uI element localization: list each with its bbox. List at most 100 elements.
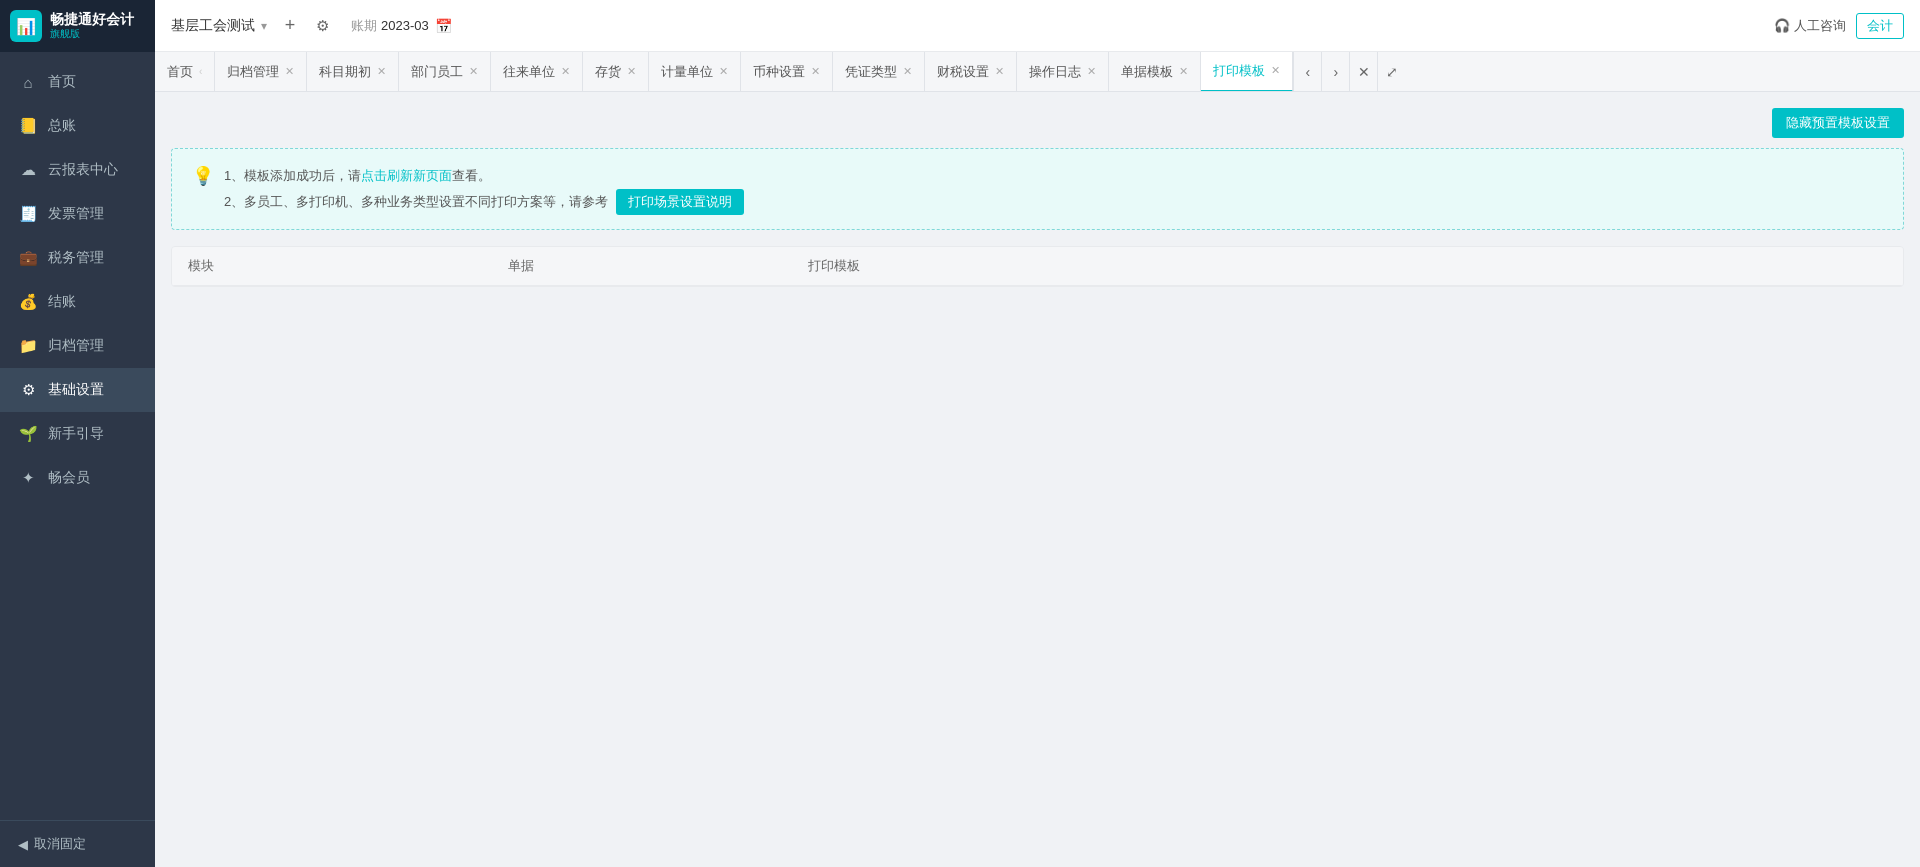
- tab-close-stock[interactable]: ✕: [627, 65, 636, 78]
- tab-label-archive: 归档管理: [227, 63, 279, 81]
- tab-stock[interactable]: 存货 ✕: [583, 52, 649, 92]
- tab-label-dept: 部门员工: [411, 63, 463, 81]
- calendar-icon[interactable]: 📅: [435, 18, 452, 34]
- tab-home[interactable]: 首页‹: [155, 52, 215, 92]
- company-selector[interactable]: 基层工会测试 ▾: [171, 17, 267, 35]
- add-tab-button[interactable]: +: [277, 13, 303, 39]
- content-area: 隐藏预置模板设置 💡 1、模板添加成功后，请点击刷新新页面查看。 2、多员工、多…: [155, 92, 1920, 867]
- company-name: 基层工会测试: [171, 17, 255, 35]
- tab-label-unit: 计量单位: [661, 63, 713, 81]
- sidebar-item-reports[interactable]: ☁ 云报表中心: [0, 148, 155, 192]
- info-line1-suffix: 查看。: [452, 168, 491, 183]
- main-area: 基层工会测试 ▾ + ⚙ 账期 2023-03 📅 🎧 人工咨询 会计 首页‹归…: [155, 0, 1920, 867]
- tab-taxset[interactable]: 财税设置 ✕: [925, 52, 1017, 92]
- tab-oplog[interactable]: 操作日志 ✕: [1017, 52, 1109, 92]
- print-template-table: 模块 单据 打印模板: [171, 246, 1904, 287]
- tab-currency[interactable]: 币种设置✕: [741, 52, 833, 92]
- settle-icon: 💰: [18, 292, 38, 312]
- tab-single[interactable]: 单据模板 ✕: [1109, 52, 1201, 92]
- info-line1-prefix: 1、模板添加成功后，请: [224, 168, 361, 183]
- sidebar-item-guide[interactable]: 🌱 新手引导: [0, 412, 155, 456]
- guide-icon: 🌱: [18, 424, 38, 444]
- invoice-icon: 🧾: [18, 204, 38, 224]
- tab-label-subjects: 科目期初: [319, 63, 371, 81]
- table-header: 模块 单据 打印模板: [172, 247, 1903, 286]
- refresh-link[interactable]: 点击刷新新页面: [361, 168, 452, 183]
- sidebar-label-ledger: 总账: [48, 117, 76, 135]
- expand-icon: ⤢: [1386, 64, 1398, 80]
- tab-close-currency[interactable]: ✕: [811, 65, 820, 78]
- settings-gear-icon[interactable]: ⚙: [309, 13, 335, 39]
- tab-close-unit[interactable]: ✕: [719, 65, 728, 78]
- tab-close-suppliers[interactable]: ✕: [561, 65, 570, 78]
- tabbar: 首页‹归档管理✕科目期初✕部门员工✕往来单位✕存货✕计量单位✕币种设置✕凭证类型…: [155, 52, 1920, 92]
- info-line2: 2、多员工、多打印机、多种业务类型设置不同打印方案等，请参考 打印场景设置说明: [224, 189, 744, 215]
- tab-print[interactable]: 打印模板 ✕: [1201, 52, 1293, 92]
- home-icon: ⌂: [18, 72, 38, 92]
- tab-label-stock: 存货: [595, 63, 621, 81]
- period-label: 账期: [351, 17, 377, 35]
- tab-close-single[interactable]: ✕: [1179, 65, 1188, 78]
- sidebar-item-settings[interactable]: ⚙基础设置: [0, 368, 155, 412]
- sidebar: 📊 畅捷通好会计 旗舰版 ⌂ 首页 📒总账 ☁ 云报表中心 🧾发票管理 💼 税务管理 💰 结账 📁 归…: [0, 0, 155, 867]
- sidebar-item-member[interactable]: ✦畅会员: [0, 456, 155, 500]
- sidebar-label-settle: 结账: [48, 293, 76, 311]
- tab-label-taxset: 财税设置: [937, 63, 989, 81]
- tab-close-voucher[interactable]: ✕: [903, 65, 912, 78]
- settings-icon: ⚙: [18, 380, 38, 400]
- sidebar-label-reports: 云报表中心: [48, 161, 118, 179]
- sidebar-item-home[interactable]: ⌂ 首页: [0, 60, 155, 104]
- sidebar-item-settle[interactable]: 💰 结账: [0, 280, 155, 324]
- tab-suppliers[interactable]: 往来单位 ✕: [491, 52, 583, 92]
- topbar-right: 🎧 人工咨询 会计: [1774, 13, 1904, 39]
- tab-unit[interactable]: 计量单位 ✕: [649, 52, 741, 92]
- sidebar-label-tax: 税务管理: [48, 249, 104, 267]
- hide-template-btn-container: 隐藏预置模板设置: [171, 108, 1904, 138]
- sidebar-label-archive: 归档管理: [48, 337, 104, 355]
- lightbulb-icon: 💡: [192, 165, 214, 187]
- sidebar-item-invoice[interactable]: 🧾发票管理: [0, 192, 155, 236]
- tab-label-suppliers: 往来单位: [503, 63, 555, 81]
- chevron-left-icon: ‹: [1306, 64, 1311, 80]
- app-logo: 📊 畅捷通好会计 旗舰版: [0, 0, 155, 52]
- tab-label-single: 单据模板: [1121, 63, 1173, 81]
- reports-icon: ☁: [18, 160, 38, 180]
- tab-close-subjects[interactable]: ✕: [377, 65, 386, 78]
- member-icon: ✦: [18, 468, 38, 488]
- hide-template-button[interactable]: 隐藏预置模板设置: [1772, 108, 1904, 138]
- tab-dept[interactable]: 部门员工 ✕: [399, 52, 491, 92]
- tax-icon: 💼: [18, 248, 38, 268]
- scene-btn[interactable]: 打印场景设置说明: [616, 189, 744, 215]
- tab-close-archive[interactable]: ✕: [285, 65, 294, 78]
- kuaiji-button[interactable]: 会计: [1856, 13, 1904, 39]
- col-single: 单据: [492, 257, 792, 275]
- col-print-template: 打印模板: [792, 257, 1903, 275]
- sidebar-label-guide: 新手引导: [48, 425, 104, 443]
- tab-label-print: 打印模板: [1213, 62, 1265, 80]
- support-label: 人工咨询: [1794, 17, 1846, 35]
- tab-archive[interactable]: 归档管理 ✕: [215, 52, 307, 92]
- tab-close-oplog[interactable]: ✕: [1087, 65, 1096, 78]
- tab-close-all-button[interactable]: ✕: [1349, 52, 1377, 92]
- sidebar-label-home: 首页: [48, 73, 76, 91]
- archive-icon: 📁: [18, 336, 38, 356]
- tab-close-print[interactable]: ✕: [1271, 64, 1280, 77]
- headset-icon: 🎧: [1774, 18, 1790, 33]
- support-button[interactable]: 🎧 人工咨询: [1774, 17, 1846, 35]
- tab-close-taxset[interactable]: ✕: [995, 65, 1004, 78]
- tab-prev-button[interactable]: ‹: [1293, 52, 1321, 92]
- sidebar-item-ledger[interactable]: 📒总账: [0, 104, 155, 148]
- tab-next-button[interactable]: ›: [1321, 52, 1349, 92]
- tab-label-oplog: 操作日志: [1029, 63, 1081, 81]
- logo-icon: 📊: [10, 10, 42, 42]
- tab-close-dept[interactable]: ✕: [469, 65, 478, 78]
- tab-subjects[interactable]: 科目期初 ✕: [307, 52, 399, 92]
- sidebar-item-archive[interactable]: 📁 归档管理: [0, 324, 155, 368]
- period-selector[interactable]: 账期 2023-03 📅: [351, 17, 452, 35]
- tab-expand-button[interactable]: ⤢: [1377, 52, 1405, 92]
- sidebar-item-tax[interactable]: 💼 税务管理: [0, 236, 155, 280]
- sidebar-footer-unpin[interactable]: ◀ 取消固定: [0, 820, 155, 867]
- chevron-right-icon: ›: [1334, 64, 1339, 80]
- tab-voucher[interactable]: 凭证类型✕: [833, 52, 925, 92]
- col-module: 模块: [172, 257, 492, 275]
